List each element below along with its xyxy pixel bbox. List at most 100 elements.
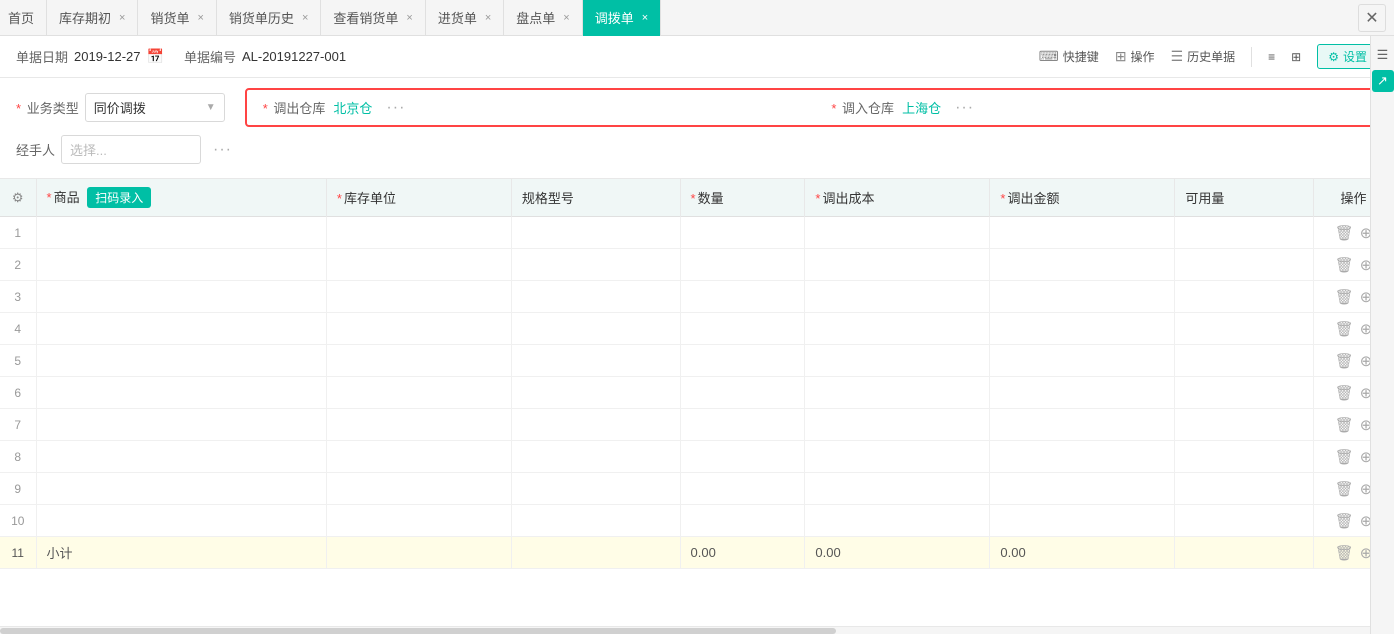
sidebar-export-button[interactable]: ↗	[1372, 70, 1394, 92]
cell-amount-6[interactable]	[990, 377, 1175, 409]
delete-row-icon[interactable]: 🗑	[1335, 512, 1354, 530]
cell-amount-2[interactable]	[990, 249, 1175, 281]
cell-spec-7[interactable]	[511, 409, 680, 441]
layout-grid-button[interactable]: ⊞	[1291, 50, 1301, 64]
delete-row-icon[interactable]: 🗑	[1335, 448, 1354, 466]
cell-qty-6[interactable]	[680, 377, 805, 409]
delete-row-icon[interactable]: 🗑	[1335, 480, 1354, 498]
cell-spec-1[interactable]	[511, 217, 680, 249]
cell-amount-1[interactable]	[990, 217, 1175, 249]
tab-close-purchase[interactable]: ×	[485, 12, 491, 24]
cell-product-3[interactable]	[36, 281, 326, 313]
scan-entry-button[interactable]: 扫码录入	[87, 187, 151, 208]
tab-sales-order[interactable]: 销货单 ×	[138, 0, 216, 36]
cell-unit-6[interactable]	[326, 377, 511, 409]
history-button[interactable]: ☰ 历史单据	[1171, 48, 1236, 65]
cell-unit-9[interactable]	[326, 473, 511, 505]
cell-unit-10[interactable]	[326, 505, 511, 537]
cell-amount-9[interactable]	[990, 473, 1175, 505]
cell-unit-7[interactable]	[326, 409, 511, 441]
tab-close-sales-history[interactable]: ×	[302, 12, 308, 24]
cell-spec-10[interactable]	[511, 505, 680, 537]
tab-sales-history[interactable]: 销货单历史 ×	[217, 0, 321, 36]
horizontal-scrollbar[interactable]	[0, 626, 1394, 634]
cell-qty-9[interactable]	[680, 473, 805, 505]
cell-spec-4[interactable]	[511, 313, 680, 345]
layout-list-button[interactable]: ≡	[1268, 50, 1275, 64]
cell-amount-5[interactable]	[990, 345, 1175, 377]
cell-cost-9[interactable]	[805, 473, 990, 505]
tab-purchase[interactable]: 进货单 ×	[426, 0, 504, 36]
in-warehouse-more-button[interactable]: ···	[955, 99, 974, 117]
delete-row-icon[interactable]: 🗑	[1335, 416, 1354, 434]
delete-row-icon[interactable]: 🗑	[1335, 384, 1354, 402]
tab-close-inventory-init[interactable]: ×	[119, 12, 125, 24]
cell-qty-4[interactable]	[680, 313, 805, 345]
person-input[interactable]: 选择...	[61, 135, 201, 164]
settings-button[interactable]: ⚙ 设置	[1317, 44, 1378, 69]
cell-unit-2[interactable]	[326, 249, 511, 281]
cell-product-7[interactable]	[36, 409, 326, 441]
tab-close-view-sales[interactable]: ×	[406, 12, 412, 24]
shortcut-button[interactable]: ⌨ 快捷键	[1039, 48, 1099, 65]
gear-column-header[interactable]: ⚙	[0, 179, 36, 217]
tab-close-sales-order[interactable]: ×	[197, 12, 203, 24]
cell-spec-2[interactable]	[511, 249, 680, 281]
cell-cost-7[interactable]	[805, 409, 990, 441]
tab-transfer[interactable]: 调拨单 ×	[583, 0, 661, 36]
calendar-icon[interactable]: 📅	[147, 48, 164, 65]
out-warehouse-more-button[interactable]: ···	[386, 99, 405, 117]
delete-row-icon[interactable]: 🗑	[1335, 256, 1354, 274]
tab-home[interactable]: 首页	[8, 0, 47, 36]
tab-inventory-init[interactable]: 库存期初 ×	[47, 0, 138, 36]
tab-stocktake[interactable]: 盘点单 ×	[504, 0, 582, 36]
cell-unit-3[interactable]	[326, 281, 511, 313]
delete-row-icon[interactable]: 🗑	[1335, 288, 1354, 306]
cell-qty-8[interactable]	[680, 441, 805, 473]
cell-cost-1[interactable]	[805, 217, 990, 249]
tab-close-stocktake[interactable]: ×	[563, 12, 569, 24]
cell-product-4[interactable]	[36, 313, 326, 345]
cell-spec-5[interactable]	[511, 345, 680, 377]
cell-amount-8[interactable]	[990, 441, 1175, 473]
cell-cost-2[interactable]	[805, 249, 990, 281]
cell-product-2[interactable]	[36, 249, 326, 281]
sidebar-list-button[interactable]: ☰	[1372, 44, 1394, 66]
delete-row-icon[interactable]: 🗑	[1335, 224, 1354, 242]
business-type-select[interactable]: 同价调拨 ▼	[85, 93, 225, 122]
cell-product-9[interactable]	[36, 473, 326, 505]
cell-product-1[interactable]	[36, 217, 326, 249]
cell-cost-3[interactable]	[805, 281, 990, 313]
cell-product-6[interactable]	[36, 377, 326, 409]
cell-cost-10[interactable]	[805, 505, 990, 537]
window-close-button[interactable]: ✕	[1358, 4, 1386, 32]
cell-qty-2[interactable]	[680, 249, 805, 281]
cell-unit-4[interactable]	[326, 313, 511, 345]
tab-close-transfer[interactable]: ×	[642, 12, 648, 24]
cell-amount-4[interactable]	[990, 313, 1175, 345]
cell-qty-5[interactable]	[680, 345, 805, 377]
cell-qty-3[interactable]	[680, 281, 805, 313]
person-more-button[interactable]: ···	[213, 141, 232, 159]
cell-spec-9[interactable]	[511, 473, 680, 505]
cell-amount-10[interactable]	[990, 505, 1175, 537]
cell-unit-5[interactable]	[326, 345, 511, 377]
cell-cost-6[interactable]	[805, 377, 990, 409]
cell-product-5[interactable]	[36, 345, 326, 377]
cell-qty-10[interactable]	[680, 505, 805, 537]
cell-cost-5[interactable]	[805, 345, 990, 377]
cell-amount-3[interactable]	[990, 281, 1175, 313]
cell-qty-1[interactable]	[680, 217, 805, 249]
delete-row-icon[interactable]: 🗑	[1335, 352, 1354, 370]
cell-product-10[interactable]	[36, 505, 326, 537]
cell-spec-3[interactable]	[511, 281, 680, 313]
cell-cost-4[interactable]	[805, 313, 990, 345]
tab-view-sales[interactable]: 查看销货单 ×	[321, 0, 425, 36]
cell-cost-8[interactable]	[805, 441, 990, 473]
cell-qty-7[interactable]	[680, 409, 805, 441]
cell-spec-6[interactable]	[511, 377, 680, 409]
delete-icon[interactable]: 🗑	[1335, 544, 1354, 562]
cell-product-8[interactable]	[36, 441, 326, 473]
cell-unit-1[interactable]	[326, 217, 511, 249]
cell-unit-8[interactable]	[326, 441, 511, 473]
